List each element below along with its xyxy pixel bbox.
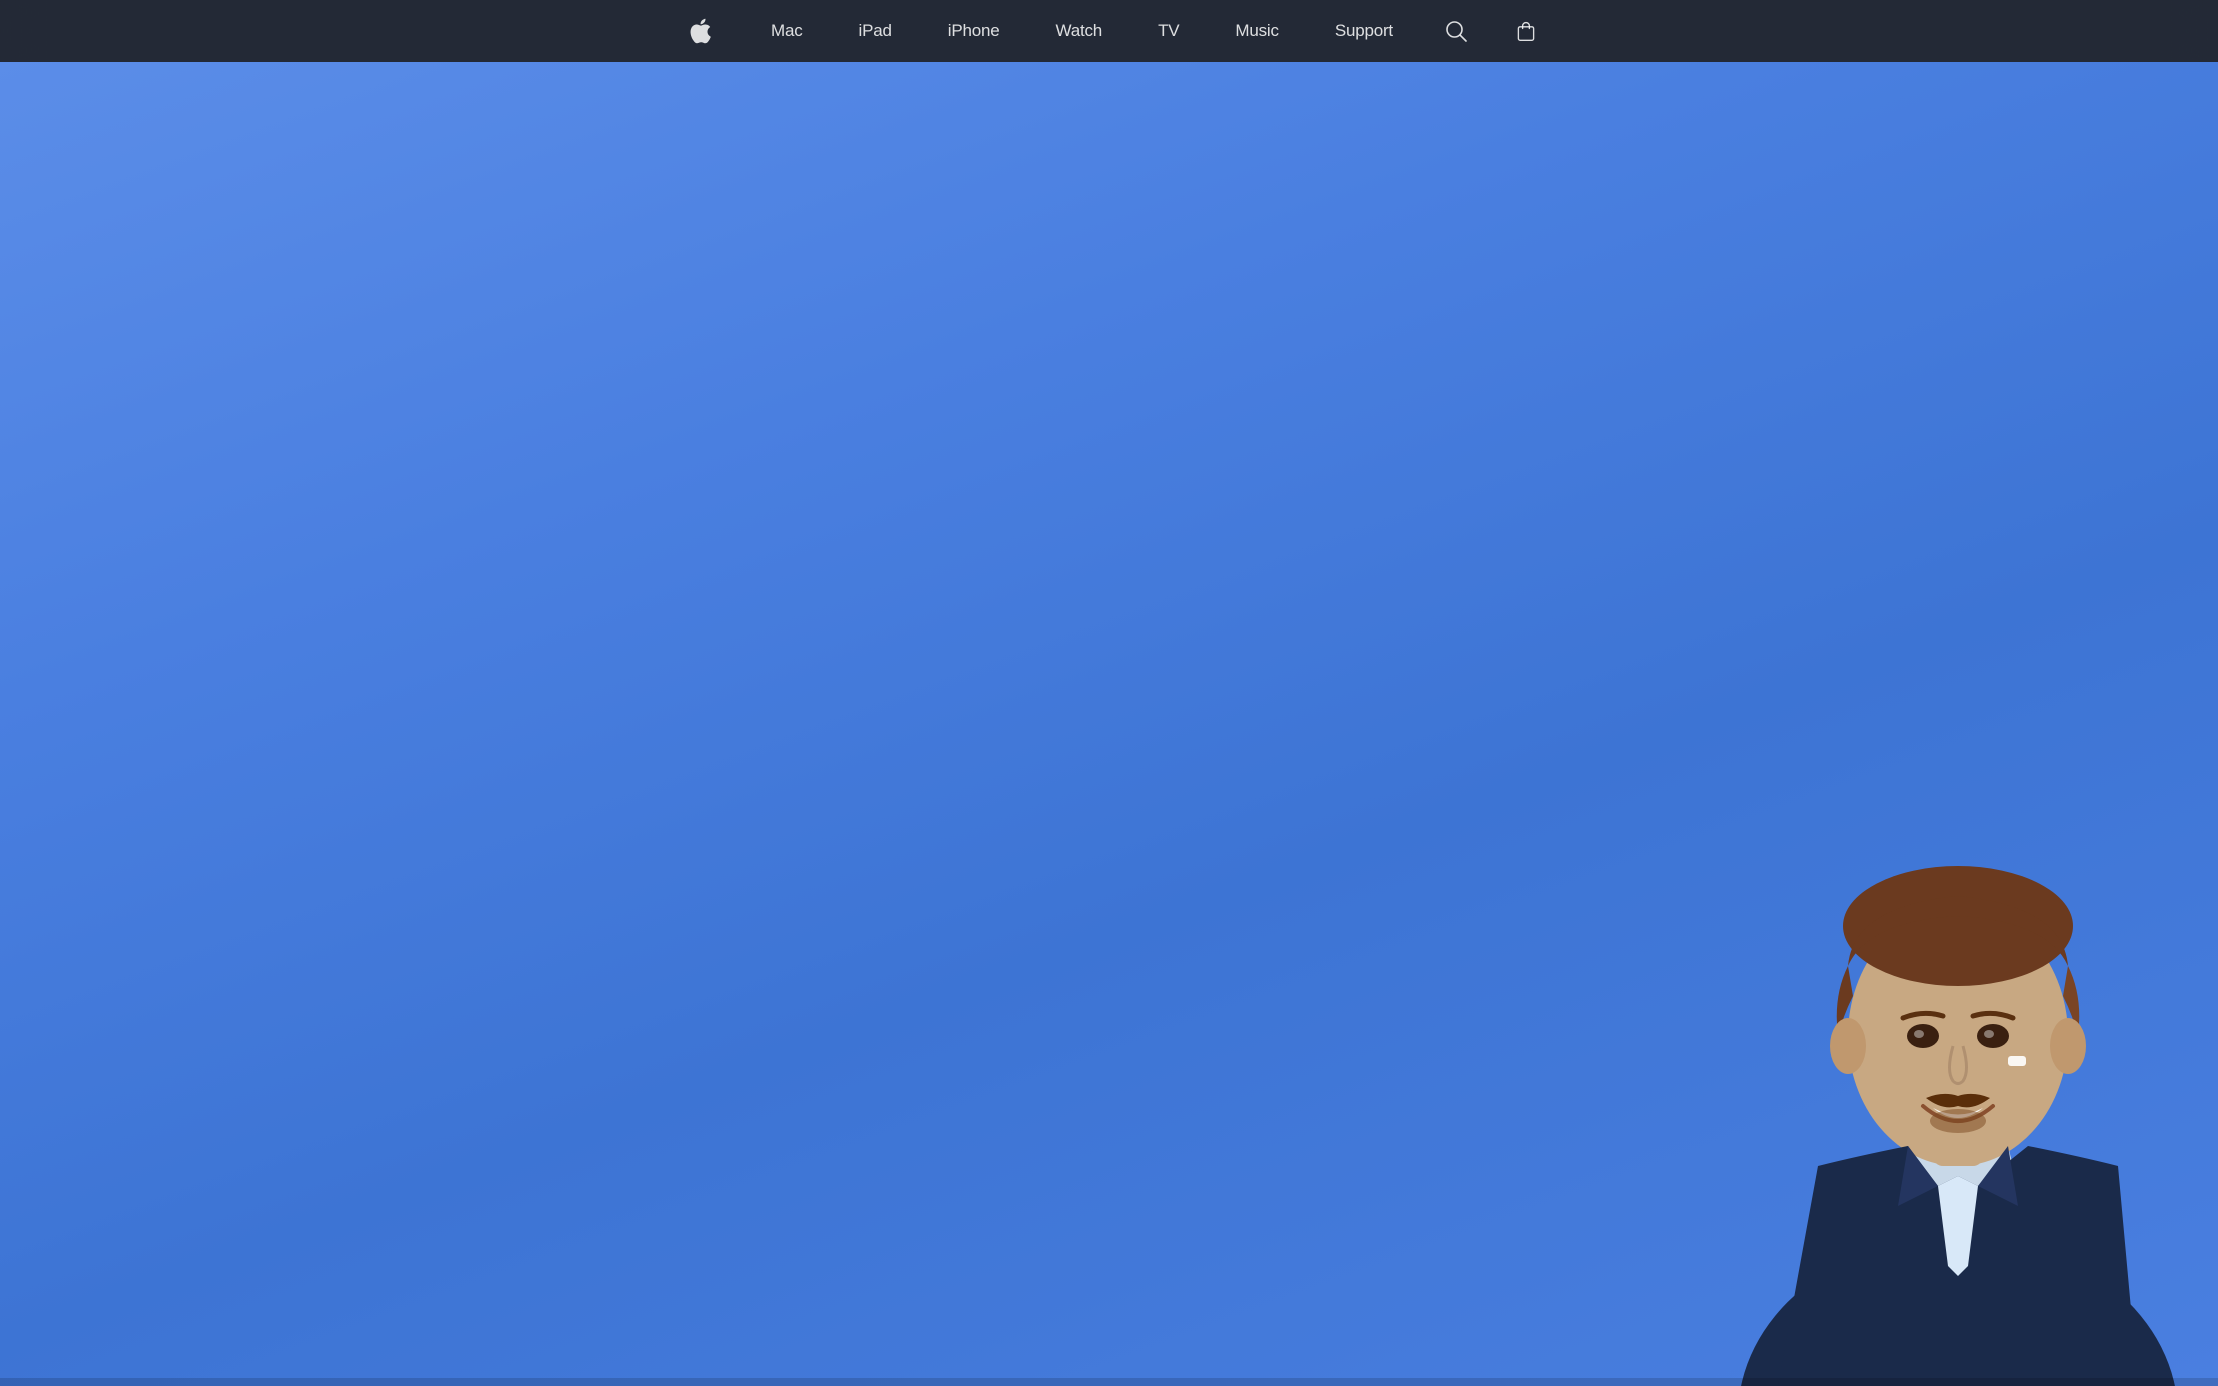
nav-items: Mac iPad iPhone Watch TV Music Support	[209, 0, 2009, 62]
nav-iphone[interactable]: iPhone	[920, 0, 1028, 62]
bag-icon	[1515, 20, 1537, 42]
navbar: Mac iPad iPhone Watch TV Music Support	[0, 0, 2218, 62]
nav-music[interactable]: Music	[1207, 0, 1306, 62]
bottom-bar	[0, 1378, 2218, 1386]
nav-mac[interactable]: Mac	[743, 0, 831, 62]
apple-logo-link[interactable]	[657, 0, 743, 62]
main-content	[0, 62, 2218, 1386]
nav-watch[interactable]: Watch	[1028, 0, 1131, 62]
apple-logo-icon	[689, 18, 711, 44]
search-button[interactable]	[1421, 0, 1491, 62]
search-icon	[1445, 20, 1467, 42]
person-illustration	[1678, 666, 2218, 1386]
nav-tv[interactable]: TV	[1130, 0, 1207, 62]
nav-ipad[interactable]: iPad	[831, 0, 920, 62]
nav-support[interactable]: Support	[1307, 0, 1421, 62]
bag-button[interactable]	[1491, 0, 1561, 62]
person-figure	[1678, 666, 2218, 1386]
